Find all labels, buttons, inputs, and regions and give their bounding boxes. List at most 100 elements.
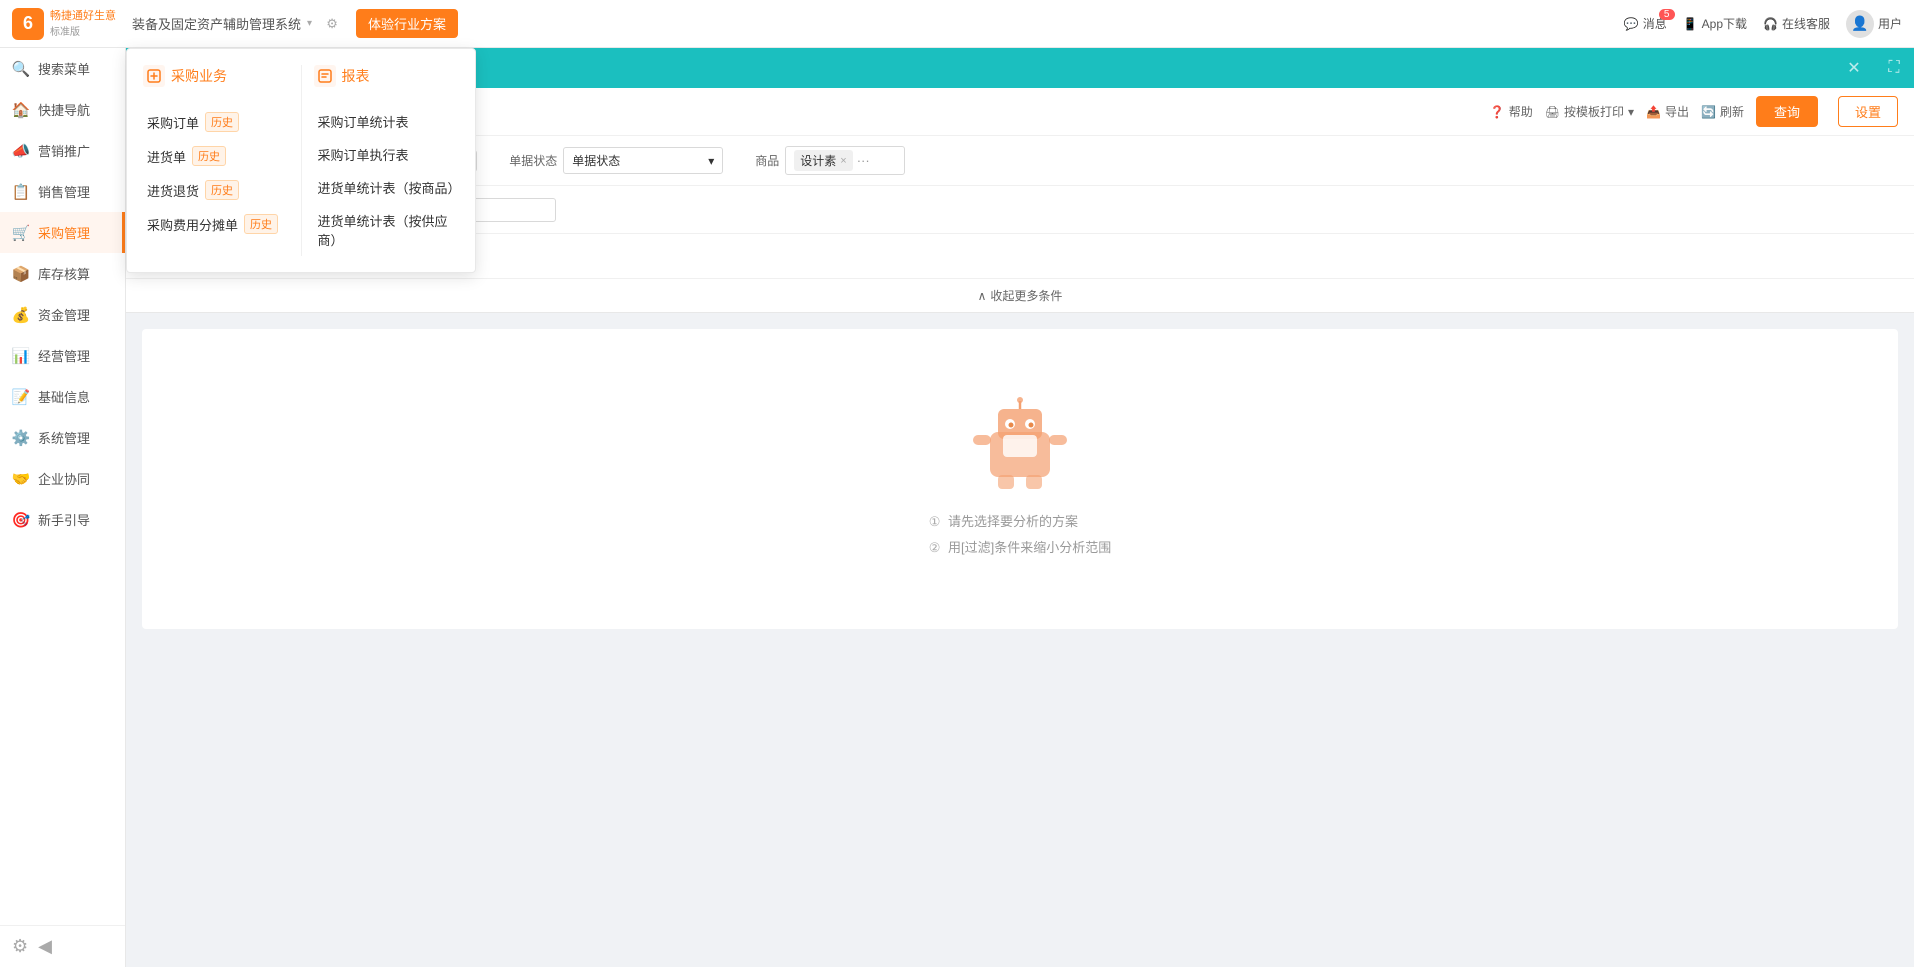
online-service-button[interactable]: 🎧 在线客服 — [1763, 15, 1830, 32]
status-filter-select[interactable]: 单据状态 ▾ — [563, 147, 723, 174]
system-title-wrap: 装备及固定资产辅助管理系统 ▾ ⚙ — [132, 10, 346, 38]
sales-icon: 📋 — [12, 183, 30, 201]
system-title: 装备及固定资产辅助管理系统 — [132, 14, 301, 33]
help-label: 帮助 — [1509, 103, 1533, 120]
purchase-dropdown-menu: 采购业务 采购订单 历史 进货单 历史 进货退货 历史 采购费用分摊单 历史 — [126, 48, 476, 273]
purchase-col-title-text: 采购业务 — [171, 66, 227, 86]
query-button[interactable]: 查询 — [1756, 96, 1818, 127]
newcomer-icon: 🎯 — [12, 511, 30, 529]
logo-char: 6 — [23, 13, 33, 34]
goods-receipt-history[interactable]: 历史 — [192, 146, 226, 166]
sidebar-item-basic-info[interactable]: 📝 基础信息 — [0, 376, 125, 417]
enterprise-icon: 🤝 — [12, 470, 30, 488]
hint-1-text: ① 请先选择要分析的方案 — [929, 509, 1112, 535]
goods-return-label: 进货退货 — [147, 181, 199, 200]
dropdown-arrow-icon[interactable]: ▾ — [307, 18, 312, 29]
capital-icon: 💰 — [12, 306, 30, 324]
goods-tag-close[interactable]: × — [840, 155, 846, 167]
sidebar-settings-btn[interactable]: ⚙ — [12, 936, 28, 957]
sidebar-label-operations: 经营管理 — [38, 346, 90, 365]
help-button[interactable]: ❓ 帮助 — [1490, 103, 1533, 120]
logo-text: 畅捷通好生意 — [50, 9, 116, 23]
report-col-title: 报表 — [314, 65, 460, 93]
dropdown-item-purchase-order-exec[interactable]: 采购订单执行表 — [314, 138, 460, 171]
goods-value: 设计素 — [800, 152, 836, 169]
collapse-row: ∧ 收起更多条件 — [126, 279, 1914, 313]
logo-sub: 标准版 — [50, 23, 116, 38]
hint-1-content: 请先选择要分析的方案 — [948, 514, 1078, 529]
purchase-order-history[interactable]: 历史 — [205, 112, 239, 132]
goods-filter-input[interactable]: 设计素 × ··· — [785, 146, 905, 175]
purchase-col-icon — [143, 65, 165, 87]
tab-maximize-btn[interactable]: ⛶ — [1874, 48, 1914, 88]
sidebar-label-search: 搜索菜单 — [38, 59, 90, 78]
headset-icon: 🎧 — [1763, 17, 1778, 31]
phone-icon: 📱 — [1683, 17, 1698, 31]
sidebar-item-inventory[interactable]: 📦 库存核算 — [0, 253, 125, 294]
sidebar-item-quick-nav[interactable]: 🏠 快捷导航 — [0, 89, 125, 130]
settings-button[interactable]: 设置 — [1838, 96, 1898, 127]
status-filter-label: 单据状态 — [509, 152, 557, 169]
print-template-button[interactable]: 🖨 按模板打印 ▾ — [1545, 103, 1634, 120]
goods-tag: 设计素 × — [794, 150, 852, 171]
sidebar-collapse-btn[interactable]: ◀ — [38, 936, 52, 957]
sidebar-item-enterprise[interactable]: 🤝 企业协同 — [0, 458, 125, 499]
system-icon: ⚙️ — [12, 429, 30, 447]
refresh-label: 刷新 — [1720, 103, 1744, 120]
user-name: 用户 — [1878, 15, 1902, 32]
sidebar-item-marketing[interactable]: 📣 营销推广 — [0, 130, 125, 171]
goods-return-history[interactable]: 历史 — [205, 180, 239, 200]
logo-icon: 6 — [12, 8, 44, 40]
purchase-order-stat-label: 采购订单统计表 — [318, 112, 409, 131]
industry-button[interactable]: 体验行业方案 — [356, 9, 458, 38]
dropdown-item-purchase-order[interactable]: 采购订单 历史 — [143, 105, 289, 139]
goods-receipt-label: 进货单 — [147, 147, 186, 166]
sidebar-label-sales: 销售管理 — [38, 182, 90, 201]
sidebar-item-capital[interactable]: 💰 资金管理 — [0, 294, 125, 335]
sidebar-item-system[interactable]: ⚙️ 系统管理 — [0, 417, 125, 458]
settings-icon[interactable]: ⚙ — [318, 10, 346, 38]
report-col-title-text: 报表 — [342, 66, 370, 86]
purchase-order-label: 采购订单 — [147, 113, 199, 132]
dropdown-item-goods-return[interactable]: 进货退货 历史 — [143, 173, 289, 207]
notifications-button[interactable]: 💬 消息 5 — [1624, 15, 1667, 32]
notification-badge: 5 — [1659, 9, 1675, 20]
help-icon: ❓ — [1490, 105, 1505, 119]
hint-2-text: ② 用[过滤]条件来缩小分析范围 — [929, 535, 1112, 561]
export-icon: 📤 — [1646, 105, 1661, 119]
sidebar-label-capital: 资金管理 — [38, 305, 90, 324]
hint-2-content: 用[过滤]条件来缩小分析范围 — [948, 540, 1111, 555]
empty-hint-1: ① 请先选择要分析的方案 ② 用[过滤]条件来缩小分析范围 — [929, 509, 1112, 561]
sidebar-item-newcomer[interactable]: 🎯 新手引导 — [0, 499, 125, 540]
status-filter-group: 单据状态 单据状态 ▾ — [509, 147, 723, 174]
empty-illustration — [960, 397, 1080, 497]
sidebar-label-inventory: 库存核算 — [38, 264, 90, 283]
export-label: 导出 — [1665, 103, 1689, 120]
sidebar-item-purchase[interactable]: 🛒 采购管理 — [0, 212, 125, 253]
purchase-expense-history[interactable]: 历史 — [244, 214, 278, 234]
dropdown-item-goods-stat-by-supplier[interactable]: 进货单统计表（按供应商） — [314, 204, 460, 256]
dropdown-item-goods-stat-by-product[interactable]: 进货单统计表（按商品） — [314, 171, 460, 204]
status-placeholder: 单据状态 — [572, 152, 620, 169]
sidebar-label-basic-info: 基础信息 — [38, 387, 90, 406]
sidebar-item-search[interactable]: 🔍 搜索菜单 — [0, 48, 125, 89]
app-download-button[interactable]: 📱 App下载 — [1683, 15, 1747, 32]
refresh-icon: 🔄 — [1701, 105, 1716, 119]
dropdown-item-goods-receipt[interactable]: 进货单 历史 — [143, 139, 289, 173]
empty-state: ① 请先选择要分析的方案 ② 用[过滤]条件来缩小分析范围 — [142, 329, 1898, 629]
sidebar-item-sales[interactable]: 📋 销售管理 — [0, 171, 125, 212]
goods-filter-group: 商品 设计素 × ··· — [755, 146, 905, 175]
export-button[interactable]: 📤 导出 — [1646, 103, 1689, 120]
user-menu-button[interactable]: 👤 用户 — [1846, 10, 1902, 38]
goods-stat-by-supplier-label: 进货单统计表（按供应商） — [318, 211, 456, 249]
purchase-expense-label: 采购费用分摊单 — [147, 215, 238, 234]
refresh-button[interactable]: 🔄 刷新 — [1701, 103, 1744, 120]
logo-text-block: 畅捷通好生意 标准版 — [50, 9, 116, 38]
dropdown-item-purchase-order-stat[interactable]: 采购订单统计表 — [314, 105, 460, 138]
sidebar-label-enterprise: 企业协同 — [38, 469, 90, 488]
chart-area: ① 请先选择要分析的方案 ② 用[过滤]条件来缩小分析范围 — [126, 313, 1914, 967]
dropdown-item-purchase-expense[interactable]: 采购费用分摊单 历史 — [143, 207, 289, 241]
tab-close-btn[interactable]: ✕ — [1834, 48, 1874, 88]
collapse-btn[interactable]: ∧ 收起更多条件 — [978, 287, 1063, 304]
sidebar-item-operations[interactable]: 📊 经营管理 — [0, 335, 125, 376]
